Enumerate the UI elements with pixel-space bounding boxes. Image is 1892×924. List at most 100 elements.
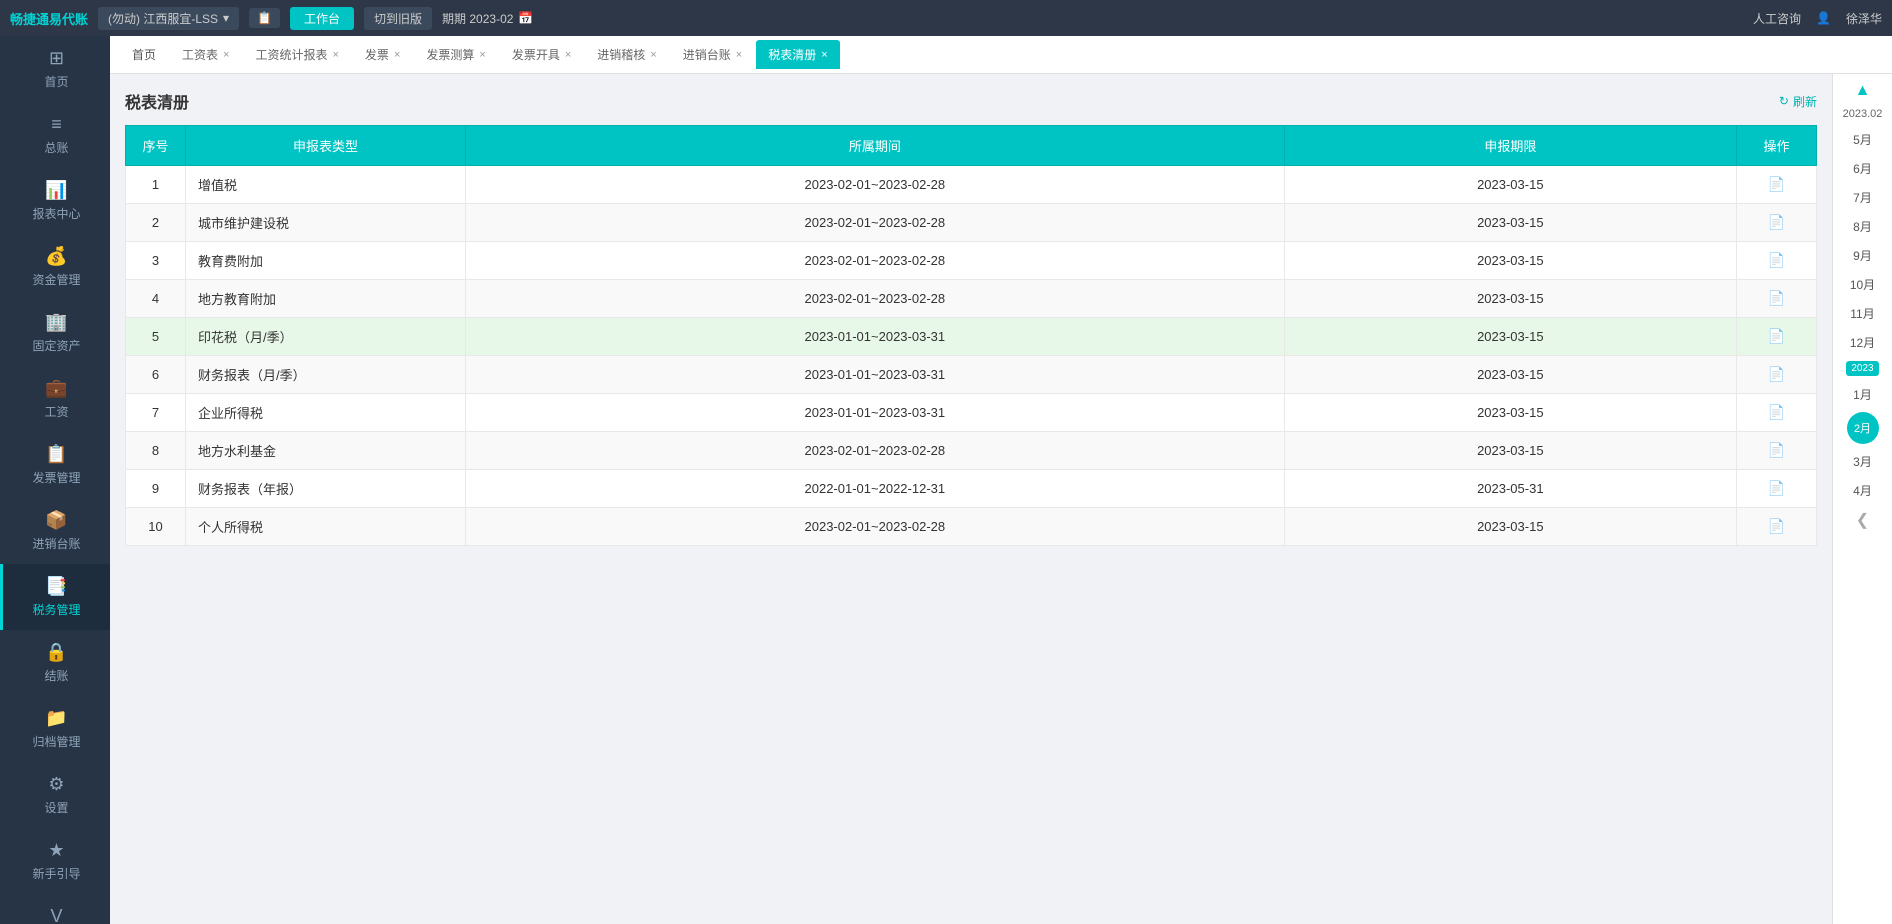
tab-label-salary-table: 工资表 bbox=[182, 46, 218, 63]
table-row[interactable]: 4 地方教育附加 2023-02-01~2023-02-28 2023-03-1… bbox=[126, 280, 1817, 318]
right-panel-month-4[interactable]: 4月 bbox=[1833, 476, 1892, 505]
right-panel-month-5[interactable]: 5月 bbox=[1833, 125, 1892, 154]
human-consult[interactable]: 人工咨询 bbox=[1753, 10, 1801, 27]
cell-type-2: 教育费附加 bbox=[186, 242, 466, 280]
user-avatar[interactable]: 👤 bbox=[1816, 11, 1831, 25]
action-icon-8[interactable]: 📄 bbox=[1768, 480, 1785, 496]
sidebar-label-tax: 税务管理 bbox=[32, 601, 80, 618]
tab-purchase-audit[interactable]: 进销稽核 × bbox=[585, 40, 668, 69]
cell-action-8[interactable]: 📄 bbox=[1737, 470, 1817, 508]
tab-home[interactable]: 首页 bbox=[120, 40, 168, 69]
right-panel-month-6[interactable]: 6月 bbox=[1833, 154, 1892, 183]
copy-button[interactable]: 📋 bbox=[249, 8, 280, 28]
content-area: 首页 工资表 × 工资统计报表 × 发票 × 发票测算 × 发票开具 × bbox=[110, 36, 1892, 924]
calendar-icon[interactable]: 📅 bbox=[518, 11, 533, 25]
tab-purchase-ledger[interactable]: 进销台账 × bbox=[671, 40, 754, 69]
tab-close-purchase-ledger[interactable]: × bbox=[736, 49, 742, 61]
tab-close-salary-table[interactable]: × bbox=[223, 49, 229, 61]
right-panel-month-2-active[interactable]: 2月 bbox=[1847, 412, 1879, 444]
switch-version-button[interactable]: 切到旧版 bbox=[364, 7, 432, 30]
sidebar-item-close[interactable]: 🔒 结账 bbox=[0, 630, 110, 696]
cell-action-4[interactable]: 📄 bbox=[1737, 318, 1817, 356]
tab-close-purchase-audit[interactable]: × bbox=[650, 49, 656, 61]
tab-close-salary-stats[interactable]: × bbox=[332, 49, 338, 61]
sidebar-item-archive[interactable]: 📁 归档管理 bbox=[0, 696, 110, 762]
sidebar-item-tax[interactable]: 📑 税务管理 bbox=[0, 564, 110, 630]
sidebar-label-purchase: 进销台账 bbox=[32, 535, 80, 552]
sidebar-item-salary[interactable]: 💼 工资 bbox=[0, 366, 110, 432]
workbench-button[interactable]: 工作台 bbox=[290, 7, 354, 30]
action-icon-4[interactable]: 📄 bbox=[1768, 328, 1785, 344]
sidebar-item-settings[interactable]: ⚙ 设置 bbox=[0, 762, 110, 828]
refresh-button[interactable]: ↻ 刷新 bbox=[1779, 93, 1817, 110]
right-panel-up[interactable]: ▲ bbox=[1852, 79, 1874, 103]
action-icon-2[interactable]: 📄 bbox=[1768, 252, 1785, 268]
sidebar-item-capital[interactable]: 💰 资金管理 bbox=[0, 234, 110, 300]
tab-label-purchase-audit: 进销稽核 bbox=[597, 46, 645, 63]
cell-action-2[interactable]: 📄 bbox=[1737, 242, 1817, 280]
right-panel-month-9[interactable]: 9月 bbox=[1833, 241, 1892, 270]
company-dropdown-icon[interactable]: ▾ bbox=[223, 11, 229, 25]
right-panel-month-1[interactable]: 1月 bbox=[1833, 380, 1892, 409]
sidebar-item-home[interactable]: ⊞ 首页 bbox=[0, 36, 110, 102]
cell-action-7[interactable]: 📄 bbox=[1737, 432, 1817, 470]
top-right-actions: 人工咨询 👤 徐泽华 bbox=[1753, 10, 1882, 27]
right-panel-month-3[interactable]: 3月 bbox=[1833, 447, 1892, 476]
right-panel-month-8[interactable]: 8月 bbox=[1833, 212, 1892, 241]
table-row[interactable]: 10 个人所得税 2023-02-01~2023-02-28 2023-03-1… bbox=[126, 508, 1817, 546]
action-icon-7[interactable]: 📄 bbox=[1768, 442, 1785, 458]
right-panel-collapse-button[interactable]: ❮ bbox=[1851, 505, 1874, 535]
cell-period-0: 2023-02-01~2023-02-28 bbox=[466, 166, 1285, 204]
tab-tax-list[interactable]: 税表清册 × bbox=[756, 40, 839, 69]
right-panel-month-10[interactable]: 10月 bbox=[1833, 270, 1892, 299]
sidebar-label-archive: 归档管理 bbox=[32, 733, 80, 750]
sidebar-item-purchase[interactable]: 📦 进销台账 bbox=[0, 498, 110, 564]
cell-deadline-3: 2023-03-15 bbox=[1284, 280, 1736, 318]
sidebar-item-reports[interactable]: 📊 报表中心 bbox=[0, 168, 110, 234]
cell-action-3[interactable]: 📄 bbox=[1737, 280, 1817, 318]
sidebar-item-invoice[interactable]: 📋 发票管理 bbox=[0, 432, 110, 498]
action-icon-5[interactable]: 📄 bbox=[1768, 366, 1785, 382]
sidebar-item-guide[interactable]: ★ 新手引导 bbox=[0, 828, 110, 894]
cell-action-9[interactable]: 📄 bbox=[1737, 508, 1817, 546]
action-icon-1[interactable]: 📄 bbox=[1768, 214, 1785, 230]
tab-close-invoice[interactable]: × bbox=[394, 49, 400, 61]
cell-type-4: 印花税（月/季） bbox=[186, 318, 466, 356]
action-icon-6[interactable]: 📄 bbox=[1768, 404, 1785, 420]
tab-close-tax-list[interactable]: × bbox=[821, 49, 827, 61]
table-row[interactable]: 6 财务报表（月/季） 2023-01-01~2023-03-31 2023-0… bbox=[126, 356, 1817, 394]
tab-invoice-open[interactable]: 发票开具 × bbox=[500, 40, 583, 69]
app-logo: 畅捷通易代账 bbox=[10, 9, 88, 28]
tab-invoice-calc[interactable]: 发票测算 × bbox=[414, 40, 497, 69]
tab-salary-stats[interactable]: 工资统计报表 × bbox=[243, 40, 350, 69]
table-row[interactable]: 5 印花税（月/季） 2023-01-01~2023-03-31 2023-03… bbox=[126, 318, 1817, 356]
table-row[interactable]: 1 增值税 2023-02-01~2023-02-28 2023-03-15 📄 bbox=[126, 166, 1817, 204]
company-selector[interactable]: (勿动) 江西服宜-LSS ▾ bbox=[98, 7, 239, 30]
sidebar-item-assets[interactable]: 🏢 固定资产 bbox=[0, 300, 110, 366]
sidebar-item-ledger[interactable]: ≡ 总账 bbox=[0, 102, 110, 168]
right-panel-month-12[interactable]: 12月 bbox=[1833, 328, 1892, 357]
table-row[interactable]: 7 企业所得税 2023-01-01~2023-03-31 2023-03-15… bbox=[126, 394, 1817, 432]
action-icon-0[interactable]: 📄 bbox=[1768, 176, 1785, 192]
cell-seq-9: 10 bbox=[126, 508, 186, 546]
right-panel-year-2023[interactable]: 2023 bbox=[1846, 361, 1878, 376]
cell-action-5[interactable]: 📄 bbox=[1737, 356, 1817, 394]
sidebar-item-vip[interactable]: V 畅会员 bbox=[0, 894, 110, 924]
action-icon-3[interactable]: 📄 bbox=[1768, 290, 1785, 306]
table-row[interactable]: 8 地方水利基金 2023-02-01~2023-02-28 2023-03-1… bbox=[126, 432, 1817, 470]
action-icon-9[interactable]: 📄 bbox=[1768, 518, 1785, 534]
right-panel-month-7[interactable]: 7月 bbox=[1833, 183, 1892, 212]
tab-invoice[interactable]: 发票 × bbox=[353, 40, 412, 69]
table-row[interactable]: 3 教育费附加 2023-02-01~2023-02-28 2023-03-15… bbox=[126, 242, 1817, 280]
cell-action-0[interactable]: 📄 bbox=[1737, 166, 1817, 204]
user-name[interactable]: 徐泽华 bbox=[1846, 10, 1882, 27]
table-row[interactable]: 9 财务报表（年报） 2022-01-01~2022-12-31 2023-05… bbox=[126, 470, 1817, 508]
cell-action-1[interactable]: 📄 bbox=[1737, 204, 1817, 242]
period-label: 期期 2023-02 bbox=[442, 10, 513, 27]
table-row[interactable]: 2 城市维护建设税 2023-02-01~2023-02-28 2023-03-… bbox=[126, 204, 1817, 242]
tab-close-invoice-calc[interactable]: × bbox=[479, 49, 485, 61]
tab-salary-table[interactable]: 工资表 × bbox=[170, 40, 241, 69]
cell-action-6[interactable]: 📄 bbox=[1737, 394, 1817, 432]
tab-close-invoice-open[interactable]: × bbox=[565, 49, 571, 61]
right-panel-month-11[interactable]: 11月 bbox=[1833, 299, 1892, 328]
